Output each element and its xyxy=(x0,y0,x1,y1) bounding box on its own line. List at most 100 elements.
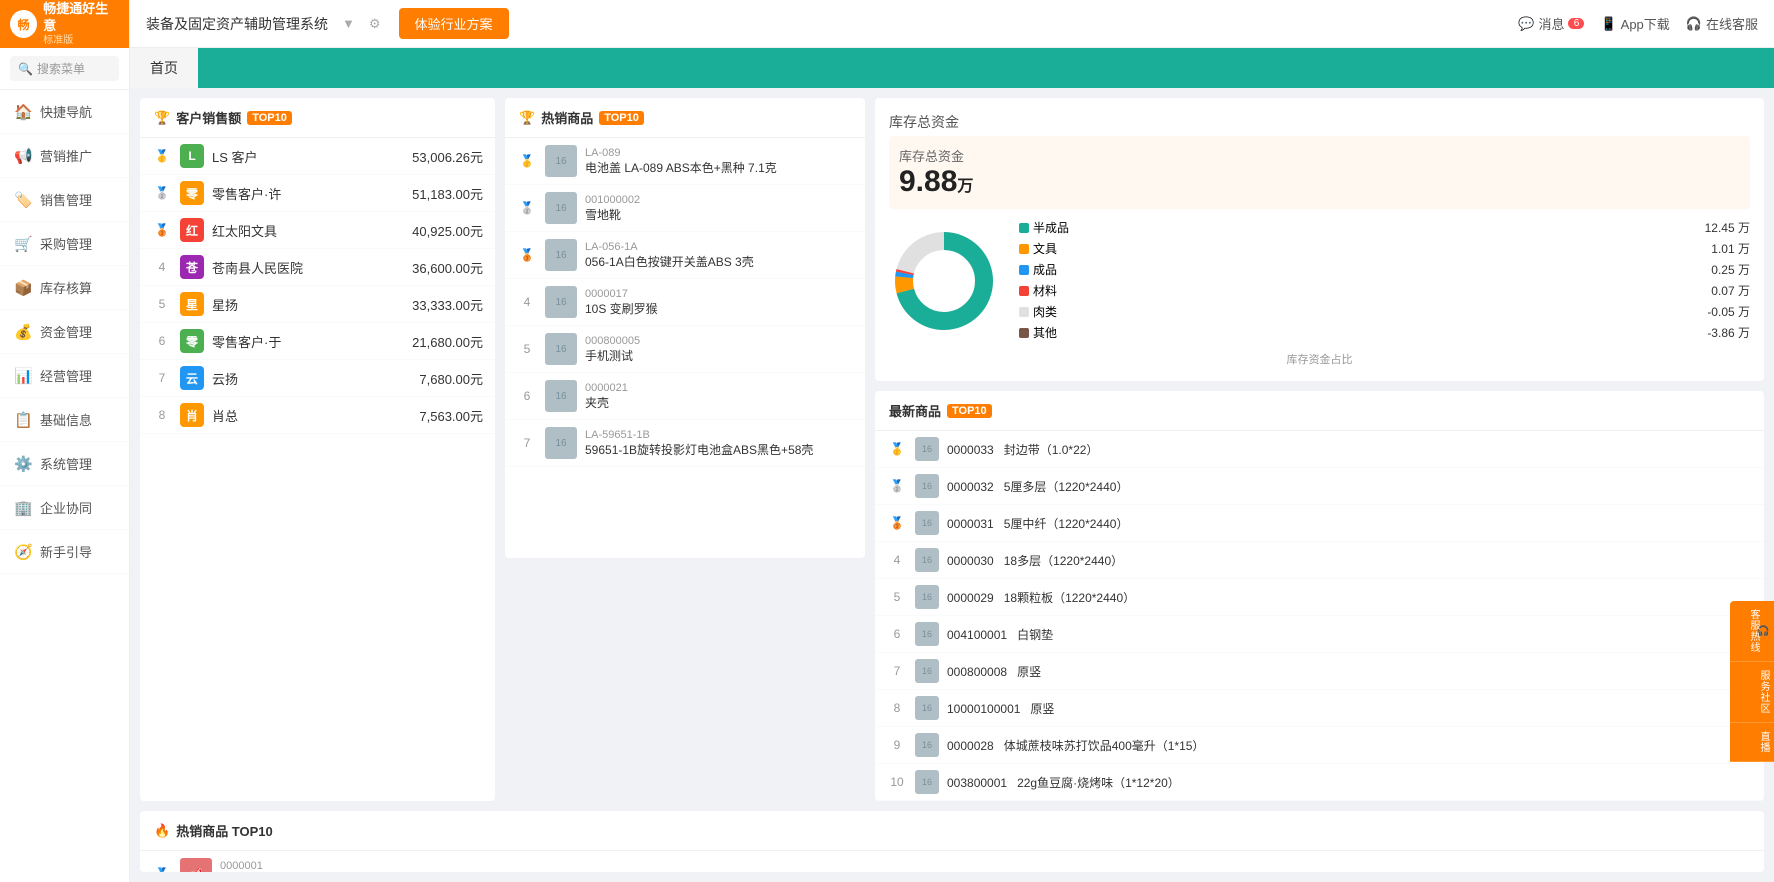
new-name-2: 0000032 5厘多层（1220*2440） xyxy=(947,478,1752,495)
sidebar-label-purchase: 采购管理 xyxy=(40,234,92,253)
rank-badge-4: 苍 xyxy=(180,255,204,279)
sidebar-item-guide[interactable]: 🧭 新手引导 xyxy=(0,530,129,574)
ranking-row-1: 🥇 L LS 客户 53,006.26元 xyxy=(140,138,495,175)
ranking-name-6: 零售客户·于 xyxy=(212,332,404,351)
ranking-name-7: 云扬 xyxy=(212,369,411,388)
sidebar-nav: 🏠 快捷导航 📢 营销推广 🏷️ 销售管理 🛒 采购管理 📦 库存核算 💰 资金… xyxy=(0,90,129,882)
hot-sales-code-5: 000800005 xyxy=(585,335,853,347)
sidebar-item-quick-nav[interactable]: 🏠 快捷导航 xyxy=(0,90,129,134)
new-img-7: 16 xyxy=(915,659,939,683)
system-title: 装备及固定资产辅助管理系统 xyxy=(146,14,328,34)
gear-icon[interactable]: ⚙ xyxy=(369,16,381,32)
customer-service-btn[interactable]: 🎧 客服热线 xyxy=(1730,601,1774,662)
rank-badge-6: 零 xyxy=(180,329,204,353)
new-row-5: 5 16 0000029 18颗粒板（1220*2440） xyxy=(875,579,1764,616)
hot-sales-img-2: 16 xyxy=(545,192,577,224)
hot-sales-img-5: 16 xyxy=(545,333,577,365)
topbar: 装备及固定资产辅助管理系统 ▼ ⚙ 体验行业方案 💬 消息 6 📱 App下载 … xyxy=(130,0,1774,48)
new-img-6: 16 xyxy=(915,622,939,646)
new-products-list: 🥇 16 0000033 封边带（1.0*22） 🥈 16 0000032 5厘… xyxy=(875,431,1764,801)
sidebar-item-system[interactable]: ⚙️ 系统管理 xyxy=(0,442,129,486)
home-icon: 🏠 xyxy=(14,103,32,121)
hot-main-name-1: 中华神器 xyxy=(220,872,1752,873)
float-buttons: 🎧 客服热线 服务社区 直播 xyxy=(1730,601,1774,762)
hot-products-sales-panel: 🏆 热销商品 TOP10 🥇 16 LA-089 电池盖 LA-089 ABS本… xyxy=(505,98,865,558)
ranking-row-2: 🥈 零 零售客户·许 51,183.00元 xyxy=(140,175,495,212)
sidebar-label-sales: 销售管理 xyxy=(40,190,92,209)
notification-icon: 💬 xyxy=(1518,16,1534,32)
logo-icon: 畅 xyxy=(10,10,37,38)
legend-item-3: 成品 0.25 万 xyxy=(1019,261,1750,278)
sidebar-item-purchase[interactable]: 🛒 采购管理 xyxy=(0,222,129,266)
online-service-btn[interactable]: 🎧 在线客服 xyxy=(1686,14,1758,33)
inventory-icon: 📦 xyxy=(14,279,32,297)
headset-icon: 🎧 xyxy=(1686,16,1702,32)
sidebar-item-finance[interactable]: 💰 资金管理 xyxy=(0,310,129,354)
hot-products-main-header: 🔥 热销商品 TOP10 xyxy=(140,811,1764,851)
app-download-btn[interactable]: 📱 App下载 xyxy=(1600,14,1669,33)
notifications-btn[interactable]: 💬 消息 6 xyxy=(1518,14,1584,33)
hot-sales-name-6: 夹壳 xyxy=(585,394,853,411)
new-img-1: 16 xyxy=(915,437,939,461)
new-img-8: 16 xyxy=(915,696,939,720)
service-community-btn[interactable]: 服务社区 xyxy=(1730,662,1774,723)
sidebar-item-sales[interactable]: 🏷️ 销售管理 xyxy=(0,178,129,222)
hot-sales-img-7: 16 xyxy=(545,427,577,459)
notification-badge: 6 xyxy=(1568,18,1584,29)
hot-sales-img-3: 16 xyxy=(545,239,577,271)
search-label: 搜索菜单 xyxy=(37,60,85,77)
edition-label: 标准版 xyxy=(43,34,119,47)
rank-badge-5: 星 xyxy=(180,292,204,316)
hot-sales-code-1: LA-089 xyxy=(585,147,853,159)
app-download-label: App下载 xyxy=(1621,14,1670,33)
sales-ranking-list: 🥇 L LS 客户 53,006.26元 🥈 零 零售客户·许 51,183.0… xyxy=(140,138,495,801)
hot-sales-code-2: 001000002 xyxy=(585,194,853,206)
sidebar-item-basic-info[interactable]: 📋 基础信息 xyxy=(0,398,129,442)
inventory-title: 库存总资金 xyxy=(889,112,1750,132)
enterprise-icon: 🏢 xyxy=(14,499,32,517)
hot-sales-name-1: 电池盖 LA-089 ABS本色+黑种 7.1克 xyxy=(585,159,853,176)
hot-sales-name-4: 10S 变刷罗猴 xyxy=(585,300,853,317)
rank-badge-7: 云 xyxy=(180,366,204,390)
legend-item-4: 材料 0.07 万 xyxy=(1019,282,1750,299)
trophy2-icon: 🏆 xyxy=(519,110,535,126)
ranking-name-1: LS 客户 xyxy=(212,147,404,166)
sidebar-label-finance: 资金管理 xyxy=(40,322,92,341)
chevron-down-icon: ▼ xyxy=(342,16,355,31)
ranking-amount-3: 40,925.00元 xyxy=(412,221,483,240)
legend-item-6: 其他 -3.86 万 xyxy=(1019,324,1750,341)
sidebar-label-basic-info: 基础信息 xyxy=(40,410,92,429)
new-name-6: 004100001 白钢垫 xyxy=(947,626,1752,643)
sidebar-item-operations[interactable]: 📊 经营管理 xyxy=(0,354,129,398)
hot-sales-row-4: 4 16 0000017 10S 变刷罗猴 xyxy=(505,279,865,326)
experience-btn[interactable]: 体验行业方案 xyxy=(399,8,509,39)
ranking-row-7: 7 云 云扬 7,680.00元 xyxy=(140,360,495,397)
new-products-header: 最新商品 TOP10 xyxy=(875,391,1764,431)
sidebar-search-container[interactable]: 🔍 搜索菜单 xyxy=(0,48,129,90)
rank-badge-3: 红 xyxy=(180,218,204,242)
hot-products-sales-title: 热销商品 xyxy=(541,108,593,127)
ranking-name-2: 零售客户·许 xyxy=(212,184,404,203)
rank-badge-2: 零 xyxy=(180,181,204,205)
sidebar-item-enterprise[interactable]: 🏢 企业协同 xyxy=(0,486,129,530)
tab-home[interactable]: 首页 xyxy=(130,48,198,88)
new-img-2: 16 xyxy=(915,474,939,498)
sidebar-logo: 畅 畅捷通好生意 标准版 xyxy=(0,0,129,48)
ranking-row-8: 8 肖 肖总 7,563.00元 xyxy=(140,397,495,434)
ranking-row-4: 4 苍 苍南县人民医院 36,600.00元 xyxy=(140,249,495,286)
new-name-10: 003800001 22g鱼豆腐·烧烤味（1*12*20） xyxy=(947,774,1752,791)
new-products-panel: 最新商品 TOP10 🥇 16 0000033 封边带（1.0*22） 🥈 xyxy=(875,391,1764,801)
new-name-7: 000800008 原竖 xyxy=(947,663,1752,680)
sidebar-item-inventory[interactable]: 📦 库存核算 xyxy=(0,266,129,310)
rank-badge-1: L xyxy=(180,144,204,168)
search-box[interactable]: 🔍 搜索菜单 xyxy=(10,56,119,81)
inventory-legend: 半成品 12.45 万 文具 1.01 万 成品 0.25 万 xyxy=(1019,219,1750,345)
sidebar-item-marketing[interactable]: 📢 营销推广 xyxy=(0,134,129,178)
page-tabs: 首页 xyxy=(130,48,1774,88)
hot-sales-code-7: LA-59651-1B xyxy=(585,429,853,441)
new-img-5: 16 xyxy=(915,585,939,609)
sidebar-label-quick-nav: 快捷导航 xyxy=(40,102,92,121)
direct-btn[interactable]: 直播 xyxy=(1730,723,1774,762)
basic-info-icon: 📋 xyxy=(14,411,32,429)
sidebar: 畅 畅捷通好生意 标准版 🔍 搜索菜单 🏠 快捷导航 📢 营销推广 🏷️ 销售管… xyxy=(0,0,130,882)
